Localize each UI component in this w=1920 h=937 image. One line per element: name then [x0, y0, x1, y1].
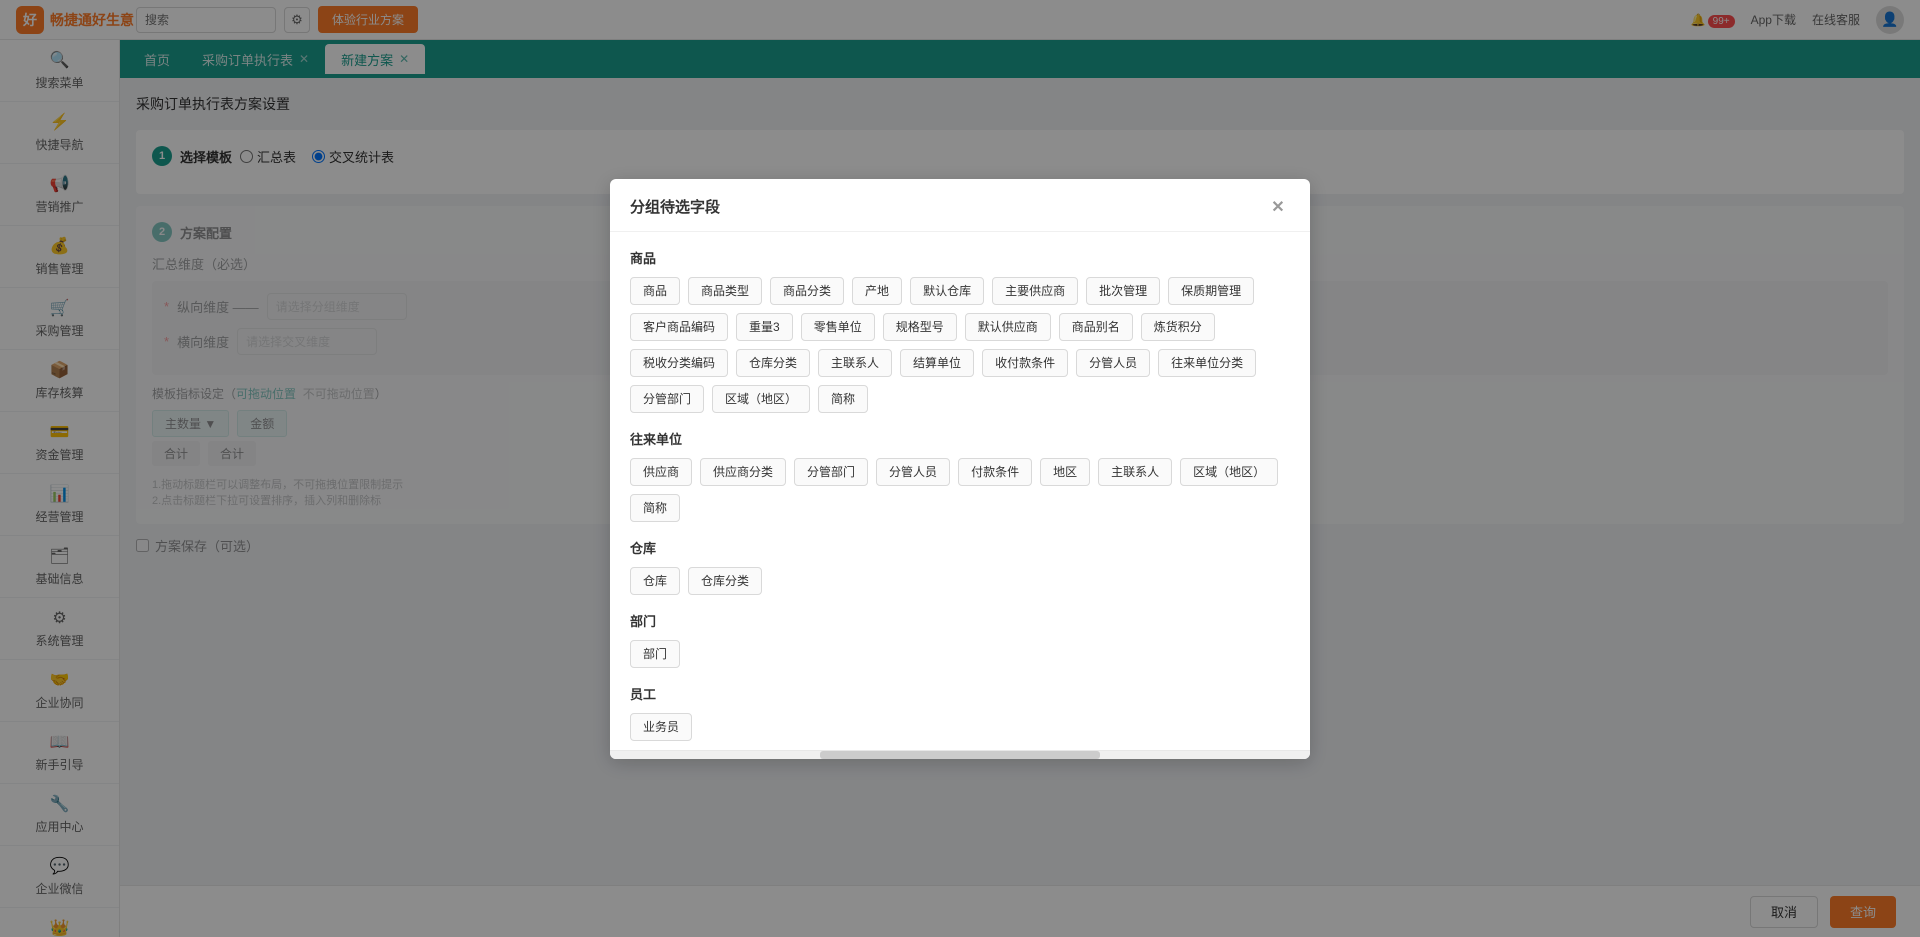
- field-tag[interactable]: 商品分类: [770, 277, 844, 305]
- field-tag[interactable]: 部门: [630, 640, 680, 668]
- field-tag[interactable]: 往来单位分类: [1158, 349, 1256, 377]
- modal-close-button[interactable]: ✕: [1266, 195, 1290, 219]
- group-dept: 部门 部门: [630, 611, 1290, 668]
- field-tag[interactable]: 供应商: [630, 458, 692, 486]
- field-tag[interactable]: 税收分类编码: [630, 349, 728, 377]
- group-warehouse: 仓库 仓库 仓库分类: [630, 538, 1290, 595]
- field-tag[interactable]: 规格型号: [883, 313, 957, 341]
- group-product-tags: 商品 商品类型 商品分类 产地 默认仓库 主要供应商 批次管理 保质期管理 客户…: [630, 277, 1290, 413]
- field-tag[interactable]: 产地: [852, 277, 902, 305]
- field-tag[interactable]: 结算单位: [900, 349, 974, 377]
- field-tag[interactable]: 地区: [1040, 458, 1090, 486]
- field-tag[interactable]: 商品: [630, 277, 680, 305]
- field-select-modal: 分组待选字段 ✕ 商品 商品 商品类型 商品分类 产地 默认仓库 主要供应商 批…: [610, 179, 1310, 759]
- field-tag[interactable]: 收付款条件: [982, 349, 1068, 377]
- modal-header: 分组待选字段 ✕: [610, 179, 1310, 232]
- field-tag[interactable]: 客户商品编码: [630, 313, 728, 341]
- field-tag[interactable]: 仓库分类: [688, 567, 762, 595]
- field-tag[interactable]: 主联系人: [818, 349, 892, 377]
- field-tag[interactable]: 主要供应商: [992, 277, 1078, 305]
- field-tag[interactable]: 简称: [818, 385, 868, 413]
- field-tag[interactable]: 分管人员: [876, 458, 950, 486]
- field-tag[interactable]: 区域（地区）: [712, 385, 810, 413]
- field-tag[interactable]: 默认仓库: [910, 277, 984, 305]
- field-tag[interactable]: 零售单位: [801, 313, 875, 341]
- group-employee-tags: 业务员: [630, 713, 1290, 741]
- field-tag[interactable]: 仓库: [630, 567, 680, 595]
- group-partner-tags: 供应商 供应商分类 分管部门 分管人员 付款条件 地区 主联系人 区域（地区） …: [630, 458, 1290, 522]
- field-tag[interactable]: 主联系人: [1098, 458, 1172, 486]
- field-tag[interactable]: 仓库分类: [736, 349, 810, 377]
- group-product: 商品 商品 商品类型 商品分类 产地 默认仓库 主要供应商 批次管理 保质期管理…: [630, 248, 1290, 413]
- field-tag[interactable]: 商品类型: [688, 277, 762, 305]
- modal-overlay: 分组待选字段 ✕ 商品 商品 商品类型 商品分类 产地 默认仓库 主要供应商 批…: [0, 0, 1920, 937]
- field-tag[interactable]: 供应商分类: [700, 458, 786, 486]
- group-partner-title: 往来单位: [630, 429, 1290, 448]
- field-tag[interactable]: 分管部门: [794, 458, 868, 486]
- field-tag[interactable]: 区域（地区）: [1180, 458, 1278, 486]
- field-tag[interactable]: 炼货积分: [1141, 313, 1215, 341]
- field-tag[interactable]: 默认供应商: [965, 313, 1051, 341]
- field-tag[interactable]: 批次管理: [1086, 277, 1160, 305]
- field-tag[interactable]: 重量3: [736, 313, 793, 341]
- field-tag[interactable]: 简称: [630, 494, 680, 522]
- group-partner: 往来单位 供应商 供应商分类 分管部门 分管人员 付款条件 地区 主联系人 区域…: [630, 429, 1290, 522]
- modal-hscroll-thumb: [820, 751, 1100, 758]
- modal-title: 分组待选字段: [630, 196, 720, 217]
- group-dept-tags: 部门: [630, 640, 1290, 668]
- group-employee-title: 员工: [630, 684, 1290, 703]
- modal-body[interactable]: 商品 商品 商品类型 商品分类 产地 默认仓库 主要供应商 批次管理 保质期管理…: [610, 232, 1310, 751]
- field-tag[interactable]: 商品别名: [1059, 313, 1133, 341]
- group-dept-title: 部门: [630, 611, 1290, 630]
- field-tag[interactable]: 业务员: [630, 713, 692, 741]
- field-tag[interactable]: 付款条件: [958, 458, 1032, 486]
- field-tag[interactable]: 保质期管理: [1168, 277, 1254, 305]
- group-product-title: 商品: [630, 248, 1290, 267]
- field-tag[interactable]: 分管人员: [1076, 349, 1150, 377]
- group-employee: 员工 业务员: [630, 684, 1290, 741]
- field-tag[interactable]: 分管部门: [630, 385, 704, 413]
- group-warehouse-tags: 仓库 仓库分类: [630, 567, 1290, 595]
- modal-horizontal-scrollbar[interactable]: [610, 750, 1310, 758]
- group-warehouse-title: 仓库: [630, 538, 1290, 557]
